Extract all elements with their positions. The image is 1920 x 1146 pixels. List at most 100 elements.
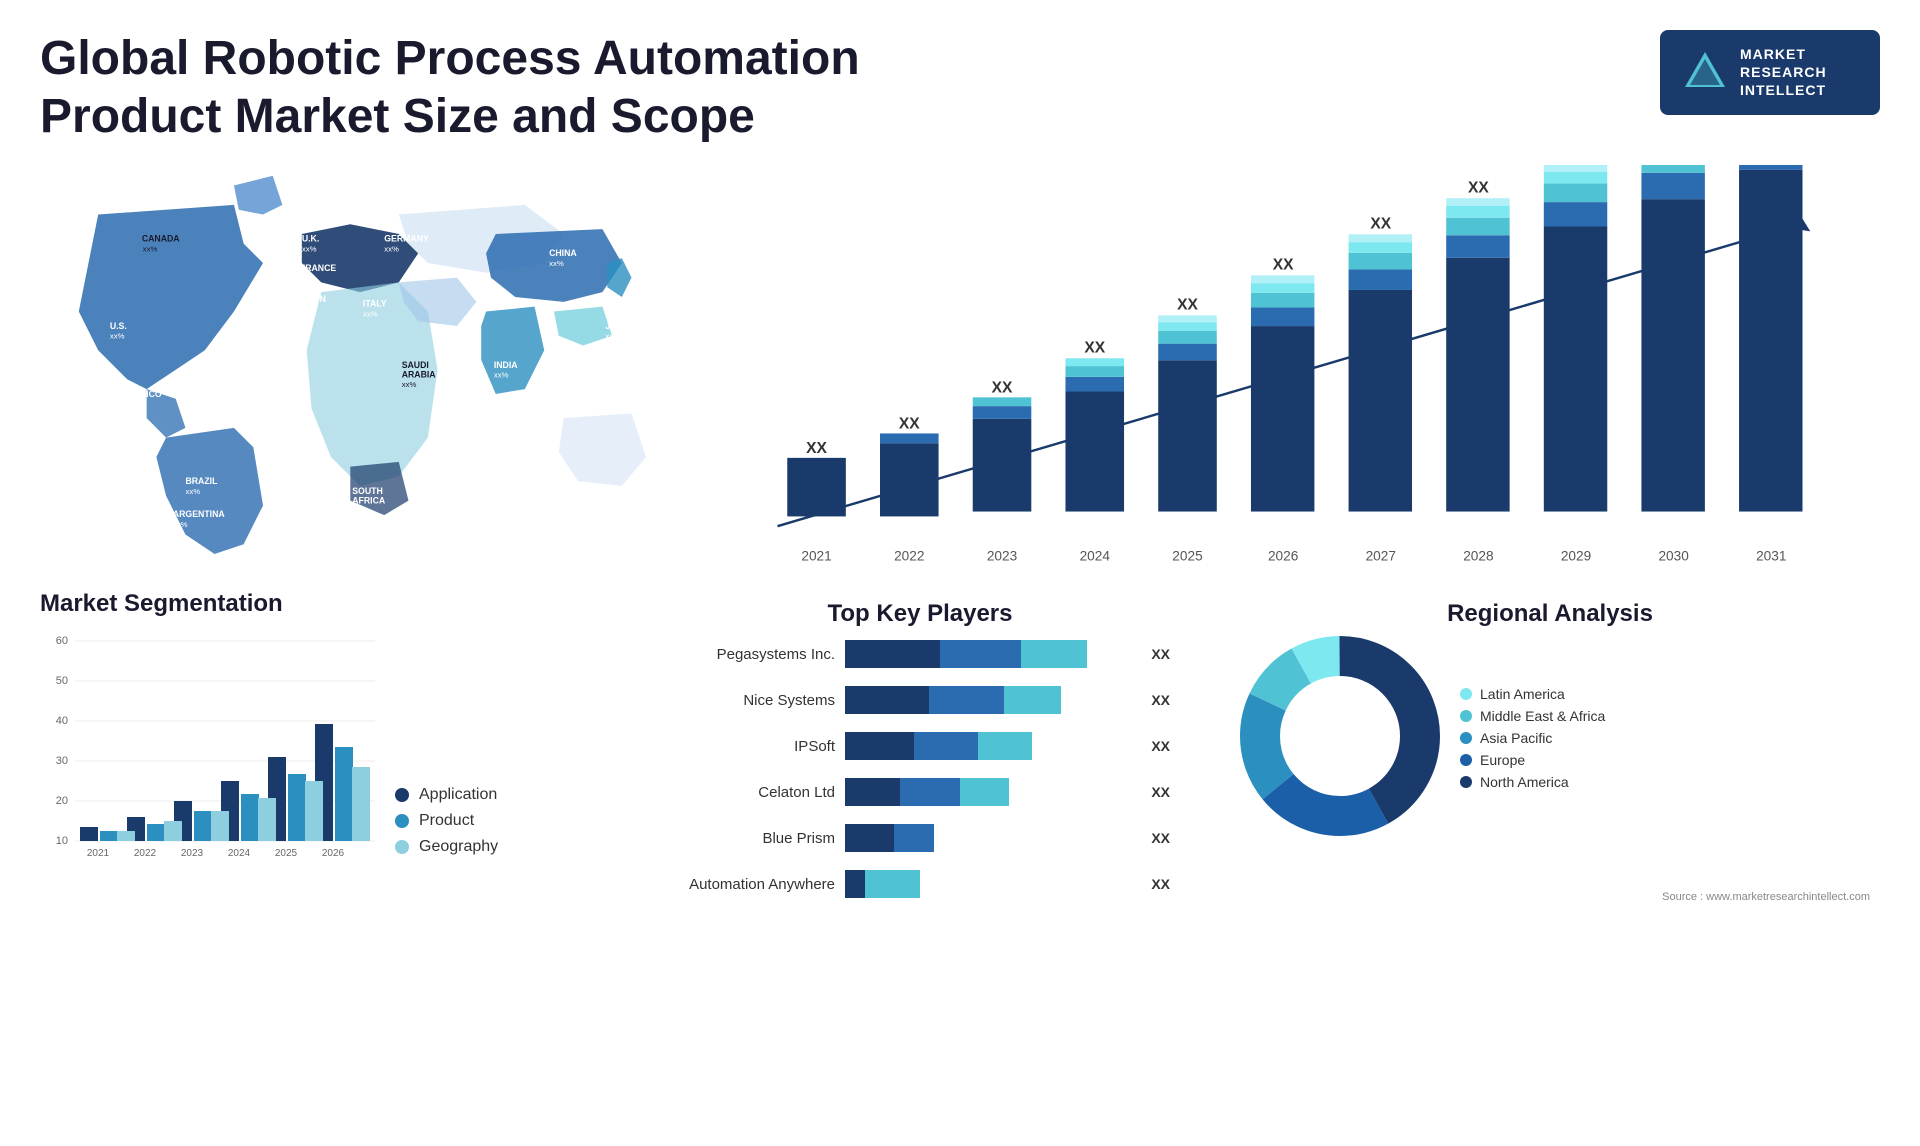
application-dot xyxy=(395,788,409,802)
svg-text:XX: XX xyxy=(1273,257,1294,274)
players-title: Top Key Players xyxy=(670,600,1170,628)
svg-text:20: 20 xyxy=(56,795,68,807)
svg-text:2024: 2024 xyxy=(1080,549,1111,564)
svg-text:GERMANY: GERMANY xyxy=(384,234,429,244)
players-list: Pegasystems Inc. XX Nice Systems XX IP xyxy=(670,640,1170,898)
mea-dot xyxy=(1460,710,1472,722)
player-value: XX xyxy=(1151,784,1170,800)
svg-text:CANADA: CANADA xyxy=(142,234,180,244)
svg-text:XX: XX xyxy=(806,440,827,457)
page-title: Global Robotic Process Automation Produc… xyxy=(40,30,940,145)
player-row: IPSoft XX xyxy=(670,732,1170,760)
svg-text:SAUDI: SAUDI xyxy=(402,360,429,370)
svg-text:XX: XX xyxy=(992,380,1013,397)
player-bar xyxy=(845,870,1133,898)
player-row: Pegasystems Inc. XX xyxy=(670,640,1170,668)
svg-text:2024: 2024 xyxy=(228,848,251,859)
svg-text:xx%: xx% xyxy=(384,245,399,254)
player-value: XX xyxy=(1151,692,1170,708)
svg-text:xx%: xx% xyxy=(352,506,367,515)
geography-dot xyxy=(395,840,409,854)
regional-item-mea: Middle East & Africa xyxy=(1460,708,1605,724)
svg-text:2028: 2028 xyxy=(1463,549,1493,564)
svg-text:SPAIN: SPAIN xyxy=(300,294,326,304)
svg-text:60: 60 xyxy=(56,635,68,647)
svg-text:ITALY: ITALY xyxy=(363,299,387,309)
regional-item-northam: North America xyxy=(1460,774,1605,790)
product-label: Product xyxy=(419,812,474,830)
player-row: Automation Anywhere XX xyxy=(670,870,1170,898)
logo-text: MARKET RESEARCH INTELLECT xyxy=(1740,45,1827,100)
svg-text:xx%: xx% xyxy=(402,380,417,389)
svg-text:XX: XX xyxy=(1084,340,1105,357)
svg-text:xx%: xx% xyxy=(549,259,564,268)
legend-geography: Geography xyxy=(395,838,498,856)
regional-item-apac: Asia Pacific xyxy=(1460,730,1605,746)
svg-text:2026: 2026 xyxy=(322,848,345,859)
svg-text:XX: XX xyxy=(899,416,920,433)
svg-text:FRANCE: FRANCE xyxy=(300,263,337,273)
player-value: XX xyxy=(1151,876,1170,892)
apac-label: Asia Pacific xyxy=(1480,730,1552,746)
geography-label: Geography xyxy=(419,838,498,856)
market-segmentation-section: Market Segmentation 60 50 40 30 20 10 xyxy=(40,590,620,880)
svg-text:2023: 2023 xyxy=(181,848,204,859)
legend-application: Application xyxy=(395,786,498,804)
europe-label: Europe xyxy=(1480,752,1525,768)
svg-text:2022: 2022 xyxy=(134,848,157,859)
latin-label: Latin America xyxy=(1480,686,1565,702)
svg-text:2021: 2021 xyxy=(801,549,831,564)
svg-text:xx%: xx% xyxy=(173,520,188,529)
player-name: IPSoft xyxy=(670,738,835,755)
world-map: CANADA xx% U.S. xx% MEXICO xx% BRAZIL xx… xyxy=(40,155,680,565)
segmentation-title: Market Segmentation xyxy=(40,590,620,618)
player-row: Nice Systems XX xyxy=(670,686,1170,714)
growth-bar-chart: XX 2021 XX 2022 XX 2023 XX 2024 xyxy=(720,165,1860,575)
svg-text:40: 40 xyxy=(56,715,68,727)
svg-text:30: 30 xyxy=(56,755,68,767)
player-name: Pegasystems Inc. xyxy=(670,646,835,663)
svg-text:INDIA: INDIA xyxy=(494,360,518,370)
svg-text:U.S.: U.S. xyxy=(110,321,127,331)
player-value: XX xyxy=(1151,738,1170,754)
player-bar xyxy=(845,686,1133,714)
svg-text:xx%: xx% xyxy=(143,245,158,254)
logo-icon xyxy=(1680,47,1730,97)
svg-text:ARABIA: ARABIA xyxy=(402,370,437,380)
northam-label: North America xyxy=(1480,774,1569,790)
application-label: Application xyxy=(419,786,497,804)
players-section: Top Key Players Pegasystems Inc. XX Nice… xyxy=(640,590,1200,880)
player-bar xyxy=(845,640,1133,668)
svg-text:XX: XX xyxy=(1370,216,1391,233)
player-name: Automation Anywhere xyxy=(670,876,835,893)
logo: MARKET RESEARCH INTELLECT xyxy=(1660,30,1880,115)
svg-text:2025: 2025 xyxy=(1172,549,1203,564)
svg-text:xx%: xx% xyxy=(110,332,125,341)
bar-chart-section: XX 2021 XX 2022 XX 2023 XX 2024 xyxy=(700,155,1880,585)
svg-text:10: 10 xyxy=(56,835,68,847)
northam-dot xyxy=(1460,776,1472,788)
segmentation-legend: Application Product Geography xyxy=(395,786,498,856)
svg-text:SOUTH: SOUTH xyxy=(352,486,383,496)
mea-label: Middle East & Africa xyxy=(1480,708,1605,724)
svg-text:xx%: xx% xyxy=(185,487,200,496)
svg-text:xx%: xx% xyxy=(605,332,620,341)
svg-text:2031: 2031 xyxy=(1756,549,1786,564)
svg-text:xx%: xx% xyxy=(127,400,142,409)
europe-dot xyxy=(1460,754,1472,766)
svg-text:XX: XX xyxy=(1468,180,1489,197)
player-name: Nice Systems xyxy=(670,692,835,709)
svg-text:2027: 2027 xyxy=(1366,549,1396,564)
player-bar xyxy=(845,732,1133,760)
svg-text:xx%: xx% xyxy=(300,305,315,314)
world-map-section: CANADA xx% U.S. xx% MEXICO xx% BRAZIL xx… xyxy=(40,155,680,585)
svg-text:CHINA: CHINA xyxy=(549,248,577,258)
svg-text:2026: 2026 xyxy=(1268,549,1298,564)
player-row: Celaton Ltd XX xyxy=(670,778,1170,806)
regional-item-latin: Latin America xyxy=(1460,686,1605,702)
product-dot xyxy=(395,814,409,828)
regional-section: Regional Analysis Lat xyxy=(1220,590,1880,880)
svg-text:2025: 2025 xyxy=(275,848,298,859)
svg-text:xx%: xx% xyxy=(302,245,317,254)
svg-text:JAPAN: JAPAN xyxy=(605,321,634,331)
